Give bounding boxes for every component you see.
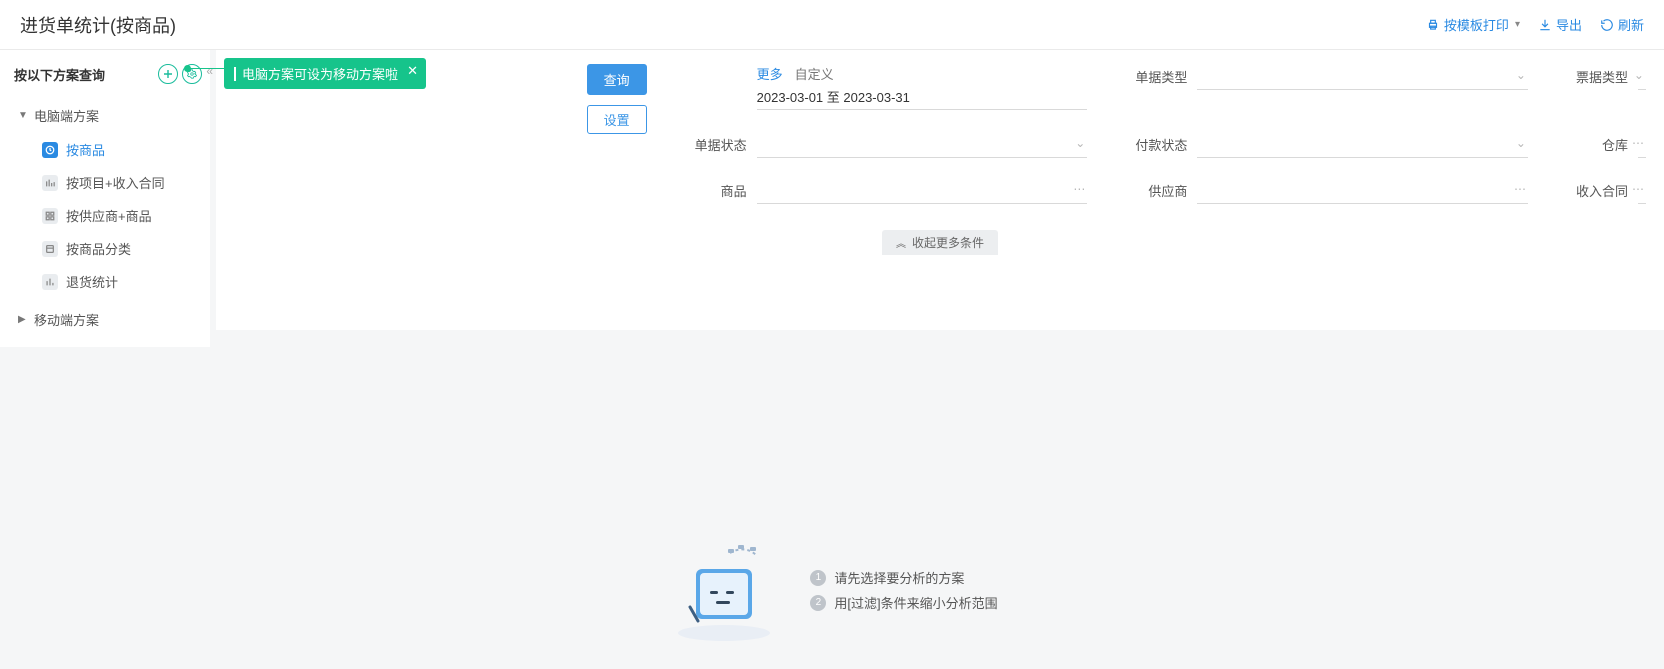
filter-income-contract: 收入合同 ⋯ (1556, 178, 1646, 204)
print-template-label: 按模板打印 (1444, 15, 1509, 34)
date-more-link[interactable]: 更多 (757, 64, 783, 83)
query-button[interactable]: 查询 (587, 64, 647, 95)
chevron-down-icon: ⌄ (1516, 68, 1526, 82)
filter-bill-status: 单据状态 ⌄ (675, 132, 1088, 158)
mobile-scheme-tip: 电脑方案可设为移动方案啦 ✕ (224, 58, 426, 89)
print-template-button[interactable]: 按模板打印 ▾ (1426, 15, 1520, 34)
collapse-conditions-label: 收起更多条件 (912, 234, 984, 251)
invoice-type-select[interactable]: ⌄ (1638, 64, 1646, 90)
filter-pay-status: 付款状态 ⌄ (1115, 132, 1528, 158)
chevron-down-icon: ⌄ (1516, 136, 1526, 150)
refresh-label: 刷新 (1618, 15, 1644, 34)
date-range-value: 2023-03-01 至 2023-03-31 (757, 87, 1088, 110)
sidebar-item-by-supplier-product[interactable]: 按供应商+商品 (36, 199, 202, 232)
filter-label: 单据状态 (675, 132, 757, 154)
sidebar-group-label: 移动端方案 (34, 310, 99, 329)
empty-steps: 1 请先选择要分析的方案 2 用[过滤]条件来缩小分析范围 (810, 562, 997, 618)
export-label: 导出 (1556, 15, 1582, 34)
empty-illustration (666, 535, 786, 645)
double-chevron-up-icon: ︽ (896, 235, 906, 250)
filter-bill-type: 单据类型 ⌄ (1115, 64, 1528, 112)
page-title: 进货单统计(按商品) (20, 12, 176, 38)
sidebar-item-label: 按项目+收入合同 (66, 173, 165, 192)
refresh-icon (1600, 18, 1614, 32)
more-icon: ⋯ (1514, 182, 1526, 196)
empty-step-2: 2 用[过滤]条件来缩小分析范围 (810, 593, 997, 612)
step-number-badge: 1 (810, 570, 826, 586)
filter-date-control[interactable]: 更多 自定义 2023-03-01 至 2023-03-31 (757, 64, 1088, 112)
tip-connector-line (188, 68, 228, 69)
empty-step-1: 1 请先选择要分析的方案 (810, 568, 997, 587)
filter-label: 收入合同 (1556, 178, 1638, 200)
sidebar-item-label: 按供应商+商品 (66, 206, 152, 225)
supplier-picker[interactable]: ⋯ (1197, 178, 1528, 204)
clock-icon (42, 142, 58, 158)
sidebar: 按以下方案查询 « 电脑方案可设为移动方案啦 ✕ ▼ 电脑端方案 (0, 50, 210, 347)
warehouse-picker[interactable]: ⋯ (1638, 132, 1646, 158)
plus-icon (163, 69, 173, 79)
settings-button[interactable]: 设置 (587, 105, 647, 134)
more-icon: ⋯ (1632, 136, 1644, 150)
step-text: 请先选择要分析的方案 (834, 568, 964, 587)
filter-date-label (675, 64, 757, 67)
filter-invoice-type: 票据类型 ⌄ (1556, 64, 1646, 112)
filter-panel: 更多 自定义 2023-03-01 至 2023-03-31 单据类型 ⌄ 票据… (216, 50, 1664, 330)
title-bar: 进货单统计(按商品) 按模板打印 ▾ 导出 刷新 (0, 0, 1664, 50)
chevron-down-icon: ⌄ (1634, 68, 1644, 82)
sidebar-item-by-project-contract[interactable]: 按项目+收入合同 (36, 166, 202, 199)
sidebar-group-mobile[interactable]: ▶ 移动端方案 (14, 302, 202, 337)
refresh-button[interactable]: 刷新 (1600, 15, 1644, 34)
income-contract-picker[interactable]: ⋯ (1638, 178, 1646, 204)
sidebar-item-by-category[interactable]: 按商品分类 (36, 232, 202, 265)
bill-status-select[interactable]: ⌄ (757, 132, 1088, 158)
tip-close-button[interactable]: ✕ (407, 63, 418, 79)
sidebar-item-by-product[interactable]: 按商品 (36, 133, 202, 166)
sidebar-item-returns[interactable]: 退货统计 (36, 265, 202, 298)
filter-warehouse: 仓库 ⋯ (1556, 132, 1646, 158)
sidebar-item-label: 按商品 (66, 140, 105, 159)
bar-chart-icon (42, 274, 58, 290)
pay-status-select[interactable]: ⌄ (1197, 132, 1528, 158)
step-text: 用[过滤]条件来缩小分析范围 (834, 593, 997, 612)
filter-label: 票据类型 (1556, 64, 1638, 86)
filter-label: 单据类型 (1115, 64, 1197, 86)
add-scheme-button[interactable] (158, 64, 178, 84)
sidebar-group-label: 电脑端方案 (34, 106, 99, 125)
filter-supplier: 供应商 ⋯ (1115, 178, 1528, 204)
sidebar-item-label: 按商品分类 (66, 239, 131, 258)
caret-down-icon: ▼ (18, 110, 28, 121)
export-button[interactable]: 导出 (1538, 15, 1582, 34)
category-icon (42, 241, 58, 257)
empty-state: 1 请先选择要分析的方案 2 用[过滤]条件来缩小分析范围 (0, 375, 1664, 645)
collapse-conditions-button[interactable]: ︽ 收起更多条件 (882, 230, 998, 255)
chart-icon (42, 175, 58, 191)
more-icon: ⋯ (1632, 182, 1644, 196)
sidebar-group-desktop[interactable]: ▼ 电脑端方案 (14, 98, 202, 133)
bill-type-select[interactable]: ⌄ (1197, 64, 1528, 90)
filter-label: 供应商 (1115, 178, 1197, 200)
print-icon (1426, 18, 1440, 32)
filter-date: 更多 自定义 2023-03-01 至 2023-03-31 (675, 64, 1088, 112)
caret-right-icon: ▶ (18, 314, 28, 325)
title-actions: 按模板打印 ▾ 导出 刷新 (1426, 15, 1644, 34)
sidebar-title: 按以下方案查询 (14, 65, 105, 84)
chevron-down-icon: ⌄ (1075, 136, 1085, 150)
filter-product: 商品 ⋯ (675, 178, 1088, 204)
grid-icon (42, 208, 58, 224)
more-icon: ⋯ (1073, 182, 1085, 196)
date-custom-link[interactable]: 自定义 (795, 64, 834, 83)
product-picker[interactable]: ⋯ (757, 178, 1088, 204)
sidebar-collapse-button[interactable]: « (206, 64, 213, 78)
tip-text: 电脑方案可设为移动方案啦 (242, 64, 398, 83)
filter-label: 商品 (675, 178, 757, 200)
filter-label: 仓库 (1556, 132, 1638, 154)
export-icon (1538, 18, 1552, 32)
sidebar-item-label: 退货统计 (66, 272, 118, 291)
chevron-down-icon: ▾ (1515, 19, 1520, 30)
filter-label: 付款状态 (1115, 132, 1197, 154)
step-number-badge: 2 (810, 595, 826, 611)
